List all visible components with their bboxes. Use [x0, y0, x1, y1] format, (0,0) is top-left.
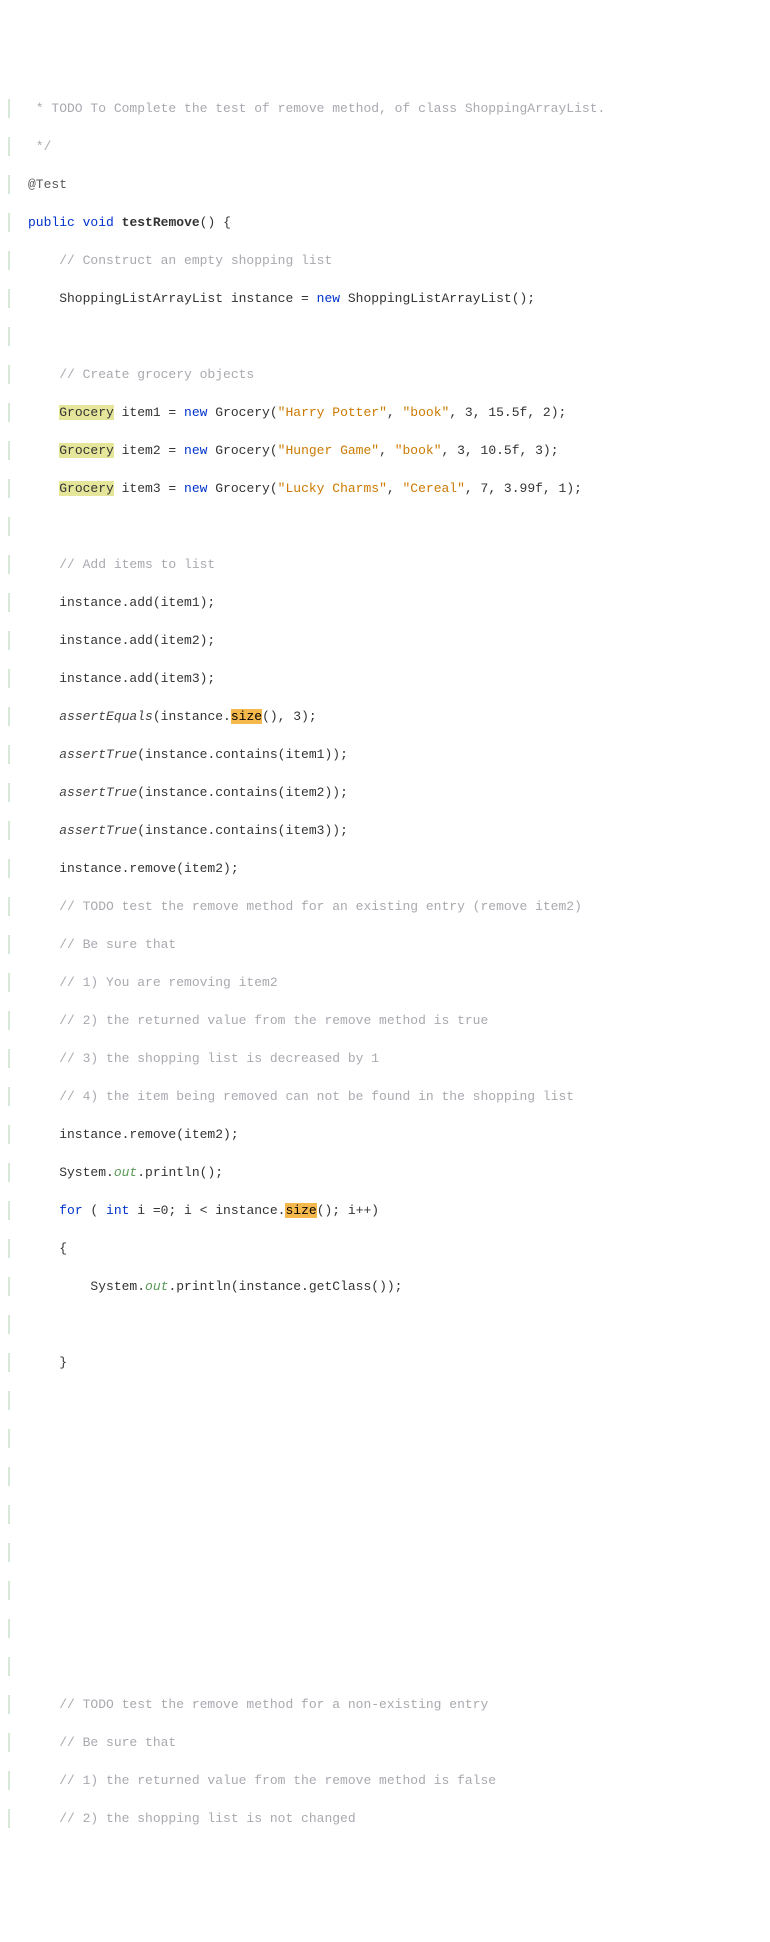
comment-step4: // 4) the item being removed can not be …: [28, 1089, 574, 1104]
println-class: System.: [28, 1279, 145, 1294]
assert-equals: assertEquals: [59, 709, 153, 724]
add-item2: instance.add(item2);: [28, 633, 215, 648]
size-hl: size: [231, 709, 262, 724]
comment-step1b: // 1) the returned value from the remove…: [28, 1773, 496, 1788]
kw-for: for: [59, 1203, 82, 1218]
comment-close: */: [28, 139, 51, 154]
for-cond: i =0; i < instance.: [129, 1203, 285, 1218]
comment-besure2: // Be sure that: [28, 1735, 176, 1750]
assert-true-3: (instance.contains(item3));: [137, 823, 348, 838]
assert-true: assertTrue: [59, 823, 137, 838]
string-harry-potter: "Harry Potter": [278, 405, 387, 420]
assert-equals-args: (), 3);: [262, 709, 317, 724]
comment-step2: // 2) the returned value from the remove…: [28, 1013, 488, 1028]
remove-call-2: instance.remove(item2);: [28, 1127, 239, 1142]
comment-step1: // 1) You are removing item2: [28, 975, 278, 990]
assert-true-1: (instance.contains(item1));: [137, 747, 348, 762]
method-parens: () {: [200, 215, 231, 230]
brace-open: {: [28, 1241, 67, 1256]
size-hl: size: [285, 1203, 316, 1218]
code-editor: * TODO To Complete the test of remove me…: [8, 80, 770, 1847]
grocery-type-hl: Grocery: [59, 481, 114, 496]
item1-args: , 3, 15.5f, 2);: [449, 405, 566, 420]
out-static: out: [114, 1165, 137, 1180]
comment-besure: // Be sure that: [28, 937, 176, 952]
add-item3: instance.add(item3);: [28, 671, 215, 686]
comment-todo-remove: // TODO test the remove method for an ex…: [28, 899, 582, 914]
kw-int: int: [106, 1203, 129, 1218]
instance-decl: ShoppingListArrayList instance =: [28, 291, 317, 306]
kw-new: new: [184, 443, 207, 458]
brace-close: }: [28, 1355, 67, 1370]
item2-decl: item2 =: [114, 443, 184, 458]
item2-args: , 3, 10.5f, 3);: [442, 443, 559, 458]
assert-true-2: (instance.contains(item2));: [137, 785, 348, 800]
comment-step3: // 3) the shopping list is decreased by …: [28, 1051, 379, 1066]
kw-new: new: [317, 291, 340, 306]
string-book: "book": [403, 405, 450, 420]
string-lucky-charms: "Lucky Charms": [278, 481, 387, 496]
comment-add-items: // Add items to list: [28, 557, 215, 572]
kw-new: new: [184, 405, 207, 420]
assert-true: assertTrue: [59, 747, 137, 762]
remove-call-1: instance.remove(item2);: [28, 861, 239, 876]
add-item1: instance.add(item1);: [28, 595, 215, 610]
item3-args: , 7, 3.99f, 1);: [465, 481, 582, 496]
comment-todo-nonexist: // TODO test the remove method for a non…: [28, 1697, 488, 1712]
test-annotation: @Test: [28, 177, 67, 192]
kw-new: new: [184, 481, 207, 496]
for-tail: (); i++): [317, 1203, 379, 1218]
grocery-type-hl: Grocery: [59, 405, 114, 420]
string-book: "book": [395, 443, 442, 458]
assert-true: assertTrue: [59, 785, 137, 800]
kw-public: public: [28, 215, 75, 230]
item3-decl: item3 =: [114, 481, 184, 496]
out-static: out: [145, 1279, 168, 1294]
println-empty: System.: [28, 1165, 114, 1180]
comment-step2b: // 2) the shopping list is not changed: [28, 1811, 356, 1826]
kw-void: void: [83, 215, 114, 230]
comment-construct: // Construct an empty shopping list: [28, 253, 332, 268]
string-hunger-game: "Hunger Game": [278, 443, 379, 458]
grocery-type-hl: Grocery: [59, 443, 114, 458]
instance-ctor: ShoppingListArrayList();: [340, 291, 535, 306]
comment-grocery: // Create grocery objects: [28, 367, 254, 382]
string-cereal: "Cereal": [403, 481, 465, 496]
comment-todo-top: * TODO To Complete the test of remove me…: [28, 101, 605, 116]
item1-decl: item1 =: [114, 405, 184, 420]
method-name: testRemove: [122, 215, 200, 230]
